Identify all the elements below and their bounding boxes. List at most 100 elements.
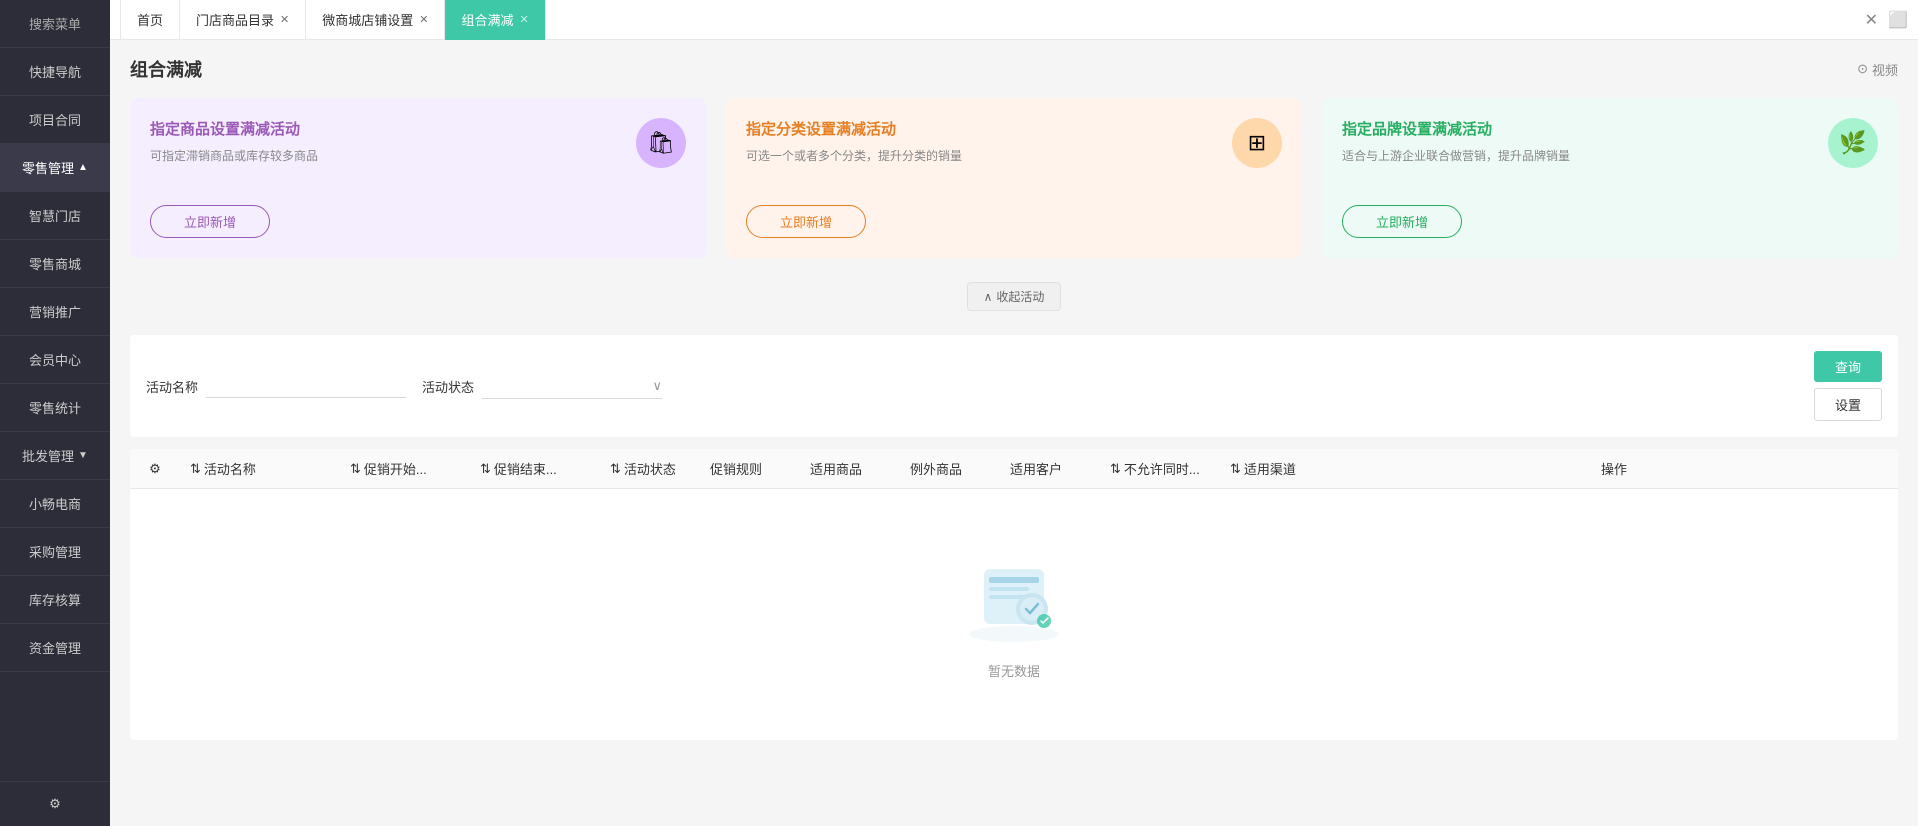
tab-home[interactable]: 首页 bbox=[120, 0, 180, 40]
play-circle-icon: ⊙ bbox=[1857, 61, 1868, 77]
th-end[interactable]: ⇅ 促销结束... bbox=[470, 459, 600, 478]
brand-card-title: 指定品牌设置满减活动 bbox=[1342, 118, 1878, 139]
search-bar: 活动名称 活动状态 ∨ 查询 设置 bbox=[130, 335, 1898, 437]
sidebar-item-smart-store[interactable]: 智慧门店 bbox=[0, 192, 110, 240]
sidebar-item-marketing[interactable]: 营销推广 bbox=[0, 288, 110, 336]
gear-icon: ⚙ bbox=[49, 796, 61, 811]
chevron-down-icon: ∨ bbox=[653, 378, 663, 394]
close-window-icon[interactable]: ✕ bbox=[1865, 10, 1878, 30]
name-input[interactable] bbox=[206, 374, 406, 398]
sidebar-item-label: 资金管理 bbox=[29, 638, 81, 657]
sort-icon: ⇅ bbox=[190, 461, 201, 477]
sidebar-item-member[interactable]: 会员中心 bbox=[0, 336, 110, 384]
sidebar-item-stats[interactable]: 零售统计 bbox=[0, 384, 110, 432]
sidebar-item-purchase[interactable]: 采购管理 bbox=[0, 528, 110, 576]
category-activity-card: ⊞ 指定分类设置满减活动 可选一个或者多个分类，提升分类的销量 立即新增 bbox=[726, 98, 1302, 258]
collapse-bar: ∧ 收起活动 bbox=[130, 274, 1898, 319]
status-label: 活动状态 bbox=[422, 377, 474, 396]
sidebar-item-label: 库存核算 bbox=[29, 590, 81, 609]
th-rule: 促销规则 bbox=[700, 459, 800, 478]
sidebar-item-label: 小畅电商 bbox=[29, 494, 81, 513]
tab-combo-discount-label: 组合满减 bbox=[461, 10, 513, 29]
tab-controls: ✕ ⬜ bbox=[1865, 10, 1908, 30]
query-button[interactable]: 查询 bbox=[1814, 351, 1882, 382]
sort-icon: ⇅ bbox=[1230, 461, 1241, 477]
sort-icon: ⇅ bbox=[610, 461, 621, 477]
category-card-add-button[interactable]: 立即新增 bbox=[746, 205, 866, 238]
sort-icon: ⇅ bbox=[350, 461, 361, 477]
page-header: 组合满减 ⊙ 视频 bbox=[130, 56, 1898, 82]
product-activity-card: 🛍 指定商品设置满减活动 可指定滞销商品或库存较多商品 立即新增 bbox=[130, 98, 706, 258]
th-customer: 适用客户 bbox=[1000, 459, 1100, 478]
sidebar-item-label: 智慧门店 bbox=[29, 206, 81, 225]
restore-window-icon[interactable]: ⬜ bbox=[1888, 10, 1908, 30]
setting-button[interactable]: 设置 bbox=[1814, 388, 1882, 421]
tab-home-label: 首页 bbox=[137, 10, 163, 29]
sidebar-item-inventory[interactable]: 库存核算 bbox=[0, 576, 110, 624]
table-header: ⚙ ⇅ 活动名称 ⇅ 促销开始... ⇅ 促销结束... ⇅ 活动状态 bbox=[130, 449, 1898, 489]
empty-state: 暂无数据 bbox=[130, 489, 1898, 740]
settings-button[interactable]: ⚙ bbox=[0, 781, 110, 826]
brand-card-icon: 🌿 bbox=[1828, 118, 1878, 168]
main-content: 首页 门店商品目录 ✕ 微商城店铺设置 ✕ 组合满减 ✕ ✕ ⬜ 组合满减 ⊙ … bbox=[110, 0, 1918, 826]
tab-combo-discount[interactable]: 组合满减 ✕ bbox=[445, 0, 545, 40]
product-card-title: 指定商品设置满减活动 bbox=[150, 118, 686, 139]
tab-store-catalog-label: 门店商品目录 bbox=[196, 10, 274, 29]
sidebar-item-contract[interactable]: 项目合同 bbox=[0, 96, 110, 144]
tab-wechat-settings[interactable]: 微商城店铺设置 ✕ bbox=[306, 0, 445, 40]
page-title: 组合满减 bbox=[130, 56, 202, 82]
chevron-up-icon: ▲ bbox=[78, 162, 88, 173]
product-card-desc: 可指定滞销商品或库存较多商品 bbox=[150, 147, 686, 166]
th-action: 操作 bbox=[1330, 459, 1898, 478]
sidebar-item-wholesale[interactable]: 批发管理 ▼ bbox=[0, 432, 110, 480]
sidebar-item-label: 批发管理 bbox=[22, 446, 74, 465]
th-except: 例外商品 bbox=[900, 459, 1000, 478]
th-status[interactable]: ⇅ 活动状态 bbox=[600, 459, 700, 478]
page-content: 组合满减 ⊙ 视频 🛍 指定商品设置满减活动 可指定滞销商品或库存较多商品 立即… bbox=[110, 40, 1918, 826]
tab-store-catalog[interactable]: 门店商品目录 ✕ bbox=[180, 0, 306, 40]
activity-cards: 🛍 指定商品设置满减活动 可指定滞销商品或库存较多商品 立即新增 ⊞ 指定分类设… bbox=[130, 98, 1898, 258]
collapse-label: 收起活动 bbox=[996, 288, 1044, 305]
sidebar-item-label: 零售商城 bbox=[29, 254, 81, 273]
tab-bar: 首页 门店商品目录 ✕ 微商城店铺设置 ✕ 组合满减 ✕ ✕ ⬜ bbox=[110, 0, 1918, 40]
sidebar-item-quicknav[interactable]: 快捷导航 bbox=[0, 48, 110, 96]
th-name[interactable]: ⇅ 活动名称 bbox=[180, 459, 340, 478]
empty-text: 暂无数据 bbox=[988, 661, 1040, 680]
th-channel[interactable]: ⇅ 适用渠道 bbox=[1220, 459, 1330, 478]
th-nodupe[interactable]: ⇅ 不允许同时... bbox=[1100, 459, 1220, 478]
table-container: ⚙ ⇅ 活动名称 ⇅ 促销开始... ⇅ 促销结束... ⇅ 活动状态 bbox=[130, 449, 1898, 740]
tab-wechat-settings-close[interactable]: ✕ bbox=[419, 13, 428, 26]
sidebar-item-finance[interactable]: 资金管理 bbox=[0, 624, 110, 672]
tab-combo-discount-close[interactable]: ✕ bbox=[520, 13, 529, 26]
bag-icon: 🛍 bbox=[647, 130, 675, 156]
sidebar-item-retail-mall[interactable]: 零售商城 bbox=[0, 240, 110, 288]
sidebar-item-label: 营销推广 bbox=[29, 302, 81, 321]
sidebar-item-label: 采购管理 bbox=[29, 542, 81, 561]
sidebar-item-label: 会员中心 bbox=[29, 350, 81, 369]
product-card-add-button[interactable]: 立即新增 bbox=[150, 205, 270, 238]
th-start[interactable]: ⇅ 促销开始... bbox=[340, 459, 470, 478]
sidebar-search[interactable]: 搜索菜单 bbox=[0, 0, 110, 48]
sidebar-item-label: 项目合同 bbox=[29, 110, 81, 129]
th-gear[interactable]: ⚙ bbox=[130, 461, 180, 477]
empty-illustration bbox=[954, 549, 1074, 649]
sidebar: 搜索菜单 快捷导航 项目合同 零售管理 ▲ 智慧门店 零售商城 营销推广 会员中… bbox=[0, 0, 110, 826]
tab-wechat-settings-label: 微商城店铺设置 bbox=[322, 10, 413, 29]
brand-card-add-button[interactable]: 立即新增 bbox=[1342, 205, 1462, 238]
tab-store-catalog-close[interactable]: ✕ bbox=[280, 13, 289, 26]
sort-icon: ⇅ bbox=[1110, 461, 1121, 477]
gear-icon: ⚙ bbox=[149, 461, 161, 477]
status-search-field: 活动状态 ∨ bbox=[422, 374, 662, 399]
video-link-label: 视频 bbox=[1872, 60, 1898, 79]
brand-card-desc: 适合与上游企业联合做营销，提升品牌销量 bbox=[1342, 147, 1878, 166]
collapse-button[interactable]: ∧ 收起活动 bbox=[967, 282, 1062, 311]
sidebar-item-ecommerce[interactable]: 小畅电商 bbox=[0, 480, 110, 528]
th-goods: 适用商品 bbox=[800, 459, 900, 478]
video-link[interactable]: ⊙ 视频 bbox=[1857, 60, 1898, 79]
status-select[interactable]: ∨ bbox=[482, 374, 662, 399]
search-actions: 查询 设置 bbox=[1814, 351, 1882, 421]
chevron-up-icon: ∧ bbox=[984, 290, 993, 304]
name-search-field: 活动名称 bbox=[146, 374, 406, 398]
sidebar-item-retail[interactable]: 零售管理 ▲ bbox=[0, 144, 110, 192]
product-card-icon: 🛍 bbox=[636, 118, 686, 168]
